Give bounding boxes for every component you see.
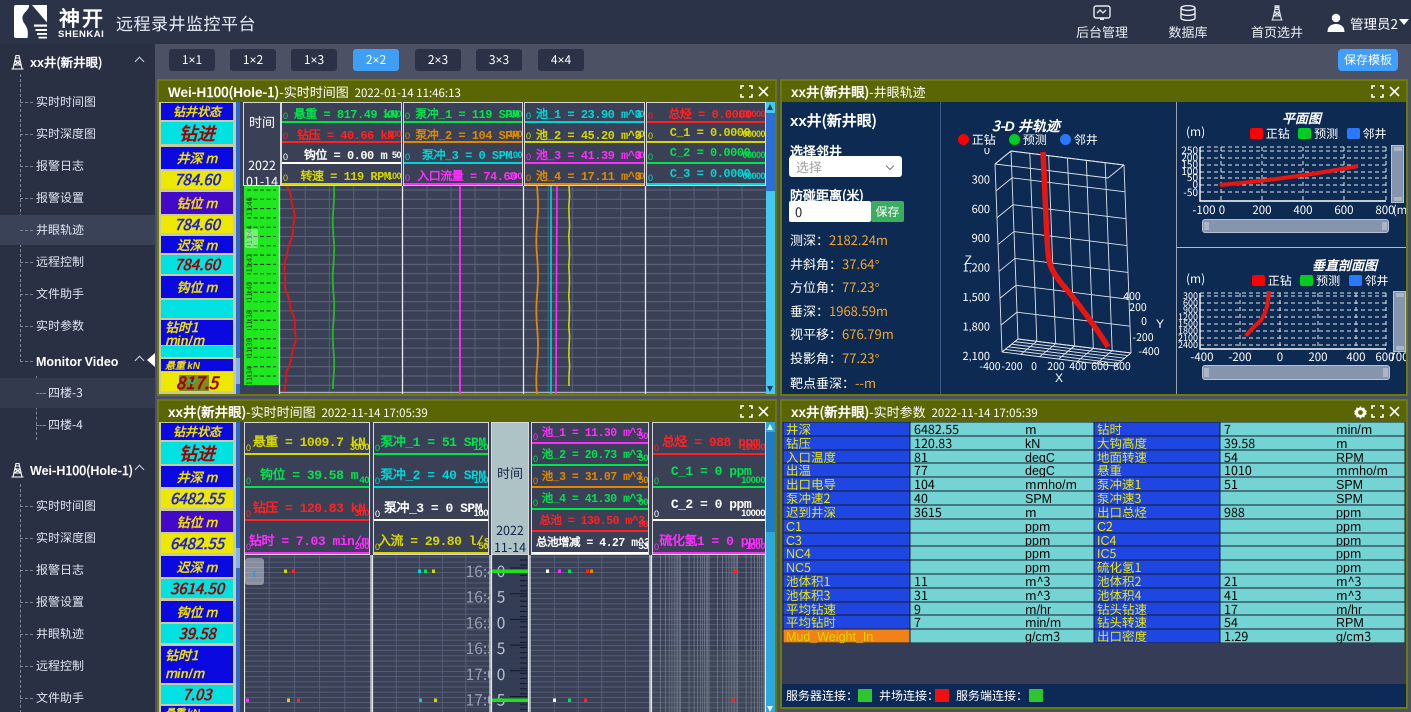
svg-text:11:42: 11:42 [244,254,255,273]
svg-text:0: 0 [1141,314,1147,329]
svg-text:11:34: 11:34 [244,366,255,385]
svg-text:400: 400 [1293,202,1312,217]
svg-text:-50: -50 [1183,184,1198,199]
svg-text:Y: Y [1156,315,1164,332]
svg-text:200: 200 [1308,349,1327,363]
svg-text:-200: -200 [1132,330,1153,345]
svg-text:-100: -100 [1192,202,1215,217]
svg-text:(m): (m) [1393,202,1406,217]
svg-text:800: 800 [1113,359,1131,374]
svg-text:400: 400 [1346,349,1365,363]
svg-text:0: 0 [984,148,990,158]
svg-text:0: 0 [497,663,506,685]
svg-text:800: 800 [1375,202,1394,217]
svg-text:600: 600 [972,201,990,217]
svg-text:400: 400 [1069,359,1087,374]
svg-text:11:38: 11:38 [244,310,255,329]
svg-text:5: 5 [497,637,506,659]
svg-text:-200: -200 [1228,349,1251,363]
svg-text:600: 600 [1091,359,1109,374]
svg-text:200: 200 [1129,300,1147,315]
svg-text:0: 0 [1219,202,1225,217]
svg-text:-200: -200 [1001,359,1022,374]
svg-text:600: 600 [1334,202,1353,217]
svg-text:X: X [1055,369,1063,386]
svg-text:200: 200 [1252,202,1271,217]
svg-text:300: 300 [972,171,990,187]
svg-text:1,500: 1,500 [963,289,990,305]
svg-text:11:40: 11:40 [244,282,255,301]
svg-text:1,800: 1,800 [963,318,990,334]
svg-text:Z: Z [965,251,972,268]
svg-text:5: 5 [497,586,506,608]
svg-text:11:36: 11:36 [244,338,255,357]
svg-text:0: 0 [1277,349,1283,363]
svg-text:-400: -400 [1138,344,1159,359]
svg-text:900: 900 [972,230,990,246]
svg-text:11:46: 11:46 [244,197,255,216]
svg-text:0: 0 [497,611,506,633]
svg-text:0: 0 [1031,359,1037,374]
svg-text:-400: -400 [979,359,1000,374]
svg-text:-400: -400 [1190,349,1213,363]
